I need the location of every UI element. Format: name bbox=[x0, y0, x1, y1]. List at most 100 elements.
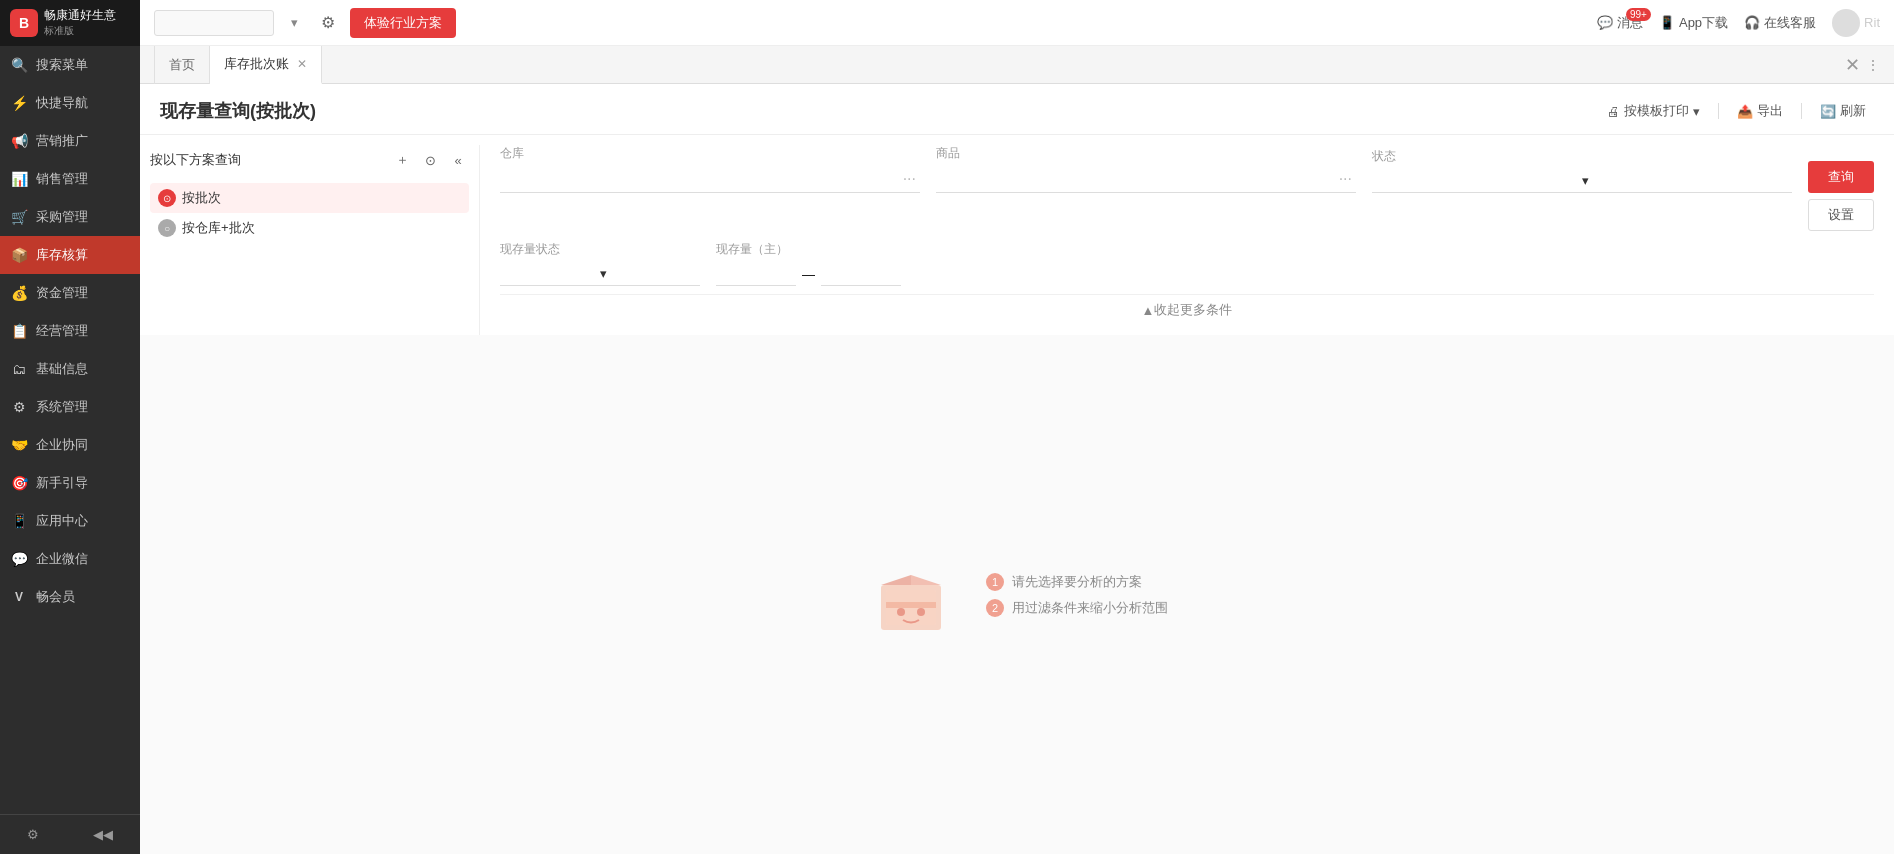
sidebar-item-operations[interactable]: 📋 经营管理 bbox=[0, 312, 140, 350]
sidebar-item-sales[interactable]: 📊 销售管理 bbox=[0, 160, 140, 198]
trial-btn[interactable]: 体验行业方案 bbox=[350, 8, 456, 38]
refresh-btn[interactable]: 🔄 刷新 bbox=[1812, 98, 1874, 124]
online-service-label: 在线客服 bbox=[1764, 14, 1816, 32]
sidebar-member-label: 畅会员 bbox=[36, 588, 75, 606]
tab-batch-account[interactable]: 库存批次账 ✕ bbox=[210, 46, 322, 84]
step-num-1: 1 bbox=[986, 573, 1004, 591]
sidebar-item-wechat[interactable]: 💬 企业微信 bbox=[0, 540, 140, 578]
product-input-row[interactable]: ··· bbox=[936, 166, 1356, 193]
right-filter: 仓库 ··· 商品 ··· bbox=[480, 145, 1894, 335]
filter-group-warehouse: 仓库 ··· bbox=[500, 145, 920, 193]
sidebar-item-app-center[interactable]: 📱 应用中心 bbox=[0, 502, 140, 540]
sidebar-item-member[interactable]: V 畅会员 bbox=[0, 578, 140, 616]
left-panel-title: 按以下方案查询 bbox=[150, 151, 241, 169]
sidebar-search-label: 搜索菜单 bbox=[36, 56, 88, 74]
avatar bbox=[1832, 9, 1860, 37]
tabbar-expand-icon[interactable]: ⋮ bbox=[1866, 57, 1880, 73]
print-label: 按模板打印 bbox=[1624, 102, 1689, 120]
product-dots[interactable]: ··· bbox=[1335, 170, 1356, 188]
export-btn[interactable]: 📤 导出 bbox=[1729, 98, 1791, 124]
sidebar-item-inventory[interactable]: 📦 库存核算 bbox=[0, 236, 140, 274]
status-select[interactable]: ▾ bbox=[1372, 169, 1792, 193]
topbar-dropdown-btn[interactable]: ▾ bbox=[282, 11, 306, 35]
print-icon: 🖨 bbox=[1607, 104, 1620, 119]
messages-btn[interactable]: 💬 消息 99+ bbox=[1597, 14, 1643, 32]
sidebar-purchase-label: 采购管理 bbox=[36, 208, 88, 226]
topbar-gear-btn[interactable]: ⚙ bbox=[314, 9, 342, 37]
stock-main-max-input[interactable] bbox=[821, 262, 901, 286]
warehouse-input-row[interactable]: ··· bbox=[500, 166, 920, 193]
filter-row-2: 现存量状态 ▾ 现存量（主） — bbox=[500, 241, 1874, 286]
tab-close-btn[interactable]: ✕ bbox=[297, 57, 307, 71]
empty-illustration bbox=[866, 550, 956, 640]
app-download-btn[interactable]: 📱 App下载 bbox=[1659, 14, 1728, 32]
svg-rect-4 bbox=[886, 602, 936, 608]
sidebar-enterprise-label: 企业协同 bbox=[36, 436, 88, 454]
print-dropdown-icon: ▾ bbox=[1693, 104, 1700, 119]
print-btn[interactable]: 🖨 按模板打印 ▾ bbox=[1599, 98, 1708, 124]
sidebar-item-search[interactable]: 🔍 搜索菜单 bbox=[0, 46, 140, 84]
operations-icon: 📋 bbox=[10, 322, 28, 340]
scheme-active-icon: ⊙ bbox=[163, 193, 171, 204]
online-service-btn[interactable]: 🎧 在线客服 bbox=[1744, 14, 1816, 32]
sales-icon: 📊 bbox=[10, 170, 28, 188]
sidebar-item-basics[interactable]: 🗂 基础信息 bbox=[0, 350, 140, 388]
refresh-label: 刷新 bbox=[1840, 102, 1866, 120]
newbie-icon: 🎯 bbox=[10, 474, 28, 492]
add-scheme-btn[interactable]: ＋ bbox=[391, 149, 413, 171]
refresh-icon: 🔄 bbox=[1820, 104, 1836, 119]
main-area: ▾ ⚙ 体验行业方案 💬 消息 99+ 📱 App下载 🎧 在线客服 bbox=[140, 0, 1894, 854]
sidebar-item-enterprise[interactable]: 🤝 企业协同 bbox=[0, 426, 140, 464]
step-2-text: 用过滤条件来缩小分析范围 bbox=[1012, 599, 1168, 617]
sidebar-basics-label: 基础信息 bbox=[36, 360, 88, 378]
marketing-icon: 📢 bbox=[10, 132, 28, 150]
range-dash: — bbox=[802, 267, 815, 282]
settings-btn[interactable]: 设置 bbox=[1808, 199, 1874, 231]
stock-main-range: — bbox=[716, 262, 916, 286]
warehouse-dots[interactable]: ··· bbox=[899, 170, 920, 188]
sidebar-item-system[interactable]: ⚙ 系统管理 bbox=[0, 388, 140, 426]
sidebar-item-newbie[interactable]: 🎯 新手引导 bbox=[0, 464, 140, 502]
scheme-item-by-batch[interactable]: ⊙ 按批次 bbox=[150, 183, 469, 213]
app-center-icon: 📱 bbox=[10, 512, 28, 530]
topbar-search-input[interactable] bbox=[154, 10, 274, 36]
user-avatar-btn[interactable]: Rit bbox=[1832, 9, 1880, 37]
sidebar-settings-btn[interactable]: ⚙ bbox=[19, 823, 47, 846]
collapse-btn[interactable]: ▲ 收起更多条件 bbox=[500, 294, 1874, 325]
status-arrow-icon: ▾ bbox=[1582, 173, 1792, 188]
collapse-arrow-icon: ▲ bbox=[1142, 303, 1155, 318]
inventory-icon: 📦 bbox=[10, 246, 28, 264]
scheme-dot-gray: ○ bbox=[158, 219, 176, 237]
tabbar-close-icon[interactable]: ✕ bbox=[1845, 54, 1860, 76]
svg-marker-1 bbox=[881, 575, 911, 585]
collapse-panel-btn[interactable]: « bbox=[447, 149, 469, 171]
stock-status-select[interactable]: ▾ bbox=[500, 262, 700, 286]
empty-step-2: 2 用过滤条件来缩小分析范围 bbox=[986, 599, 1168, 617]
scheme-dot-red: ⊙ bbox=[158, 189, 176, 207]
sidebar-item-finance[interactable]: 💰 资金管理 bbox=[0, 274, 140, 312]
left-panel-actions: ＋ ⊙ « bbox=[391, 149, 469, 171]
enterprise-icon: 🤝 bbox=[10, 436, 28, 454]
divider-2 bbox=[1801, 103, 1802, 119]
sidebar-collapse-btn[interactable]: ◀◀ bbox=[85, 823, 121, 846]
tabbar: 首页 库存批次账 ✕ ✕ ⋮ bbox=[140, 46, 1894, 84]
scheme-item-by-warehouse-batch[interactable]: ○ 按仓库+批次 bbox=[150, 213, 469, 243]
sidebar-quick-nav-label: 快捷导航 bbox=[36, 94, 88, 112]
tab-home[interactable]: 首页 bbox=[154, 46, 210, 84]
sidebar-inventory-label: 库存核算 bbox=[36, 246, 88, 264]
stock-status-arrow-icon: ▾ bbox=[600, 266, 700, 281]
sidebar-item-purchase[interactable]: 🛒 采购管理 bbox=[0, 198, 140, 236]
empty-state: 1 请先选择要分析的方案 2 用过滤条件来缩小分析范围 bbox=[140, 335, 1894, 854]
product-input[interactable] bbox=[936, 172, 1335, 187]
tab-batch-account-label: 库存批次账 bbox=[224, 55, 289, 73]
query-btn[interactable]: 查询 bbox=[1808, 161, 1874, 193]
scheme-settings-btn[interactable]: ⊙ bbox=[419, 149, 441, 171]
warehouse-input[interactable] bbox=[500, 172, 899, 187]
stock-main-min-input[interactable] bbox=[716, 262, 796, 286]
sidebar-item-marketing[interactable]: 📢 营销推广 bbox=[0, 122, 140, 160]
phone-icon: 📱 bbox=[1659, 15, 1675, 30]
sidebar-item-quick-nav[interactable]: ⚡ 快捷导航 bbox=[0, 84, 140, 122]
divider-1 bbox=[1718, 103, 1719, 119]
content-area: 现存量查询(按批次) 🖨 按模板打印 ▾ 📤 导出 🔄 刷新 bbox=[140, 84, 1894, 854]
message-icon: 💬 bbox=[1597, 15, 1613, 30]
